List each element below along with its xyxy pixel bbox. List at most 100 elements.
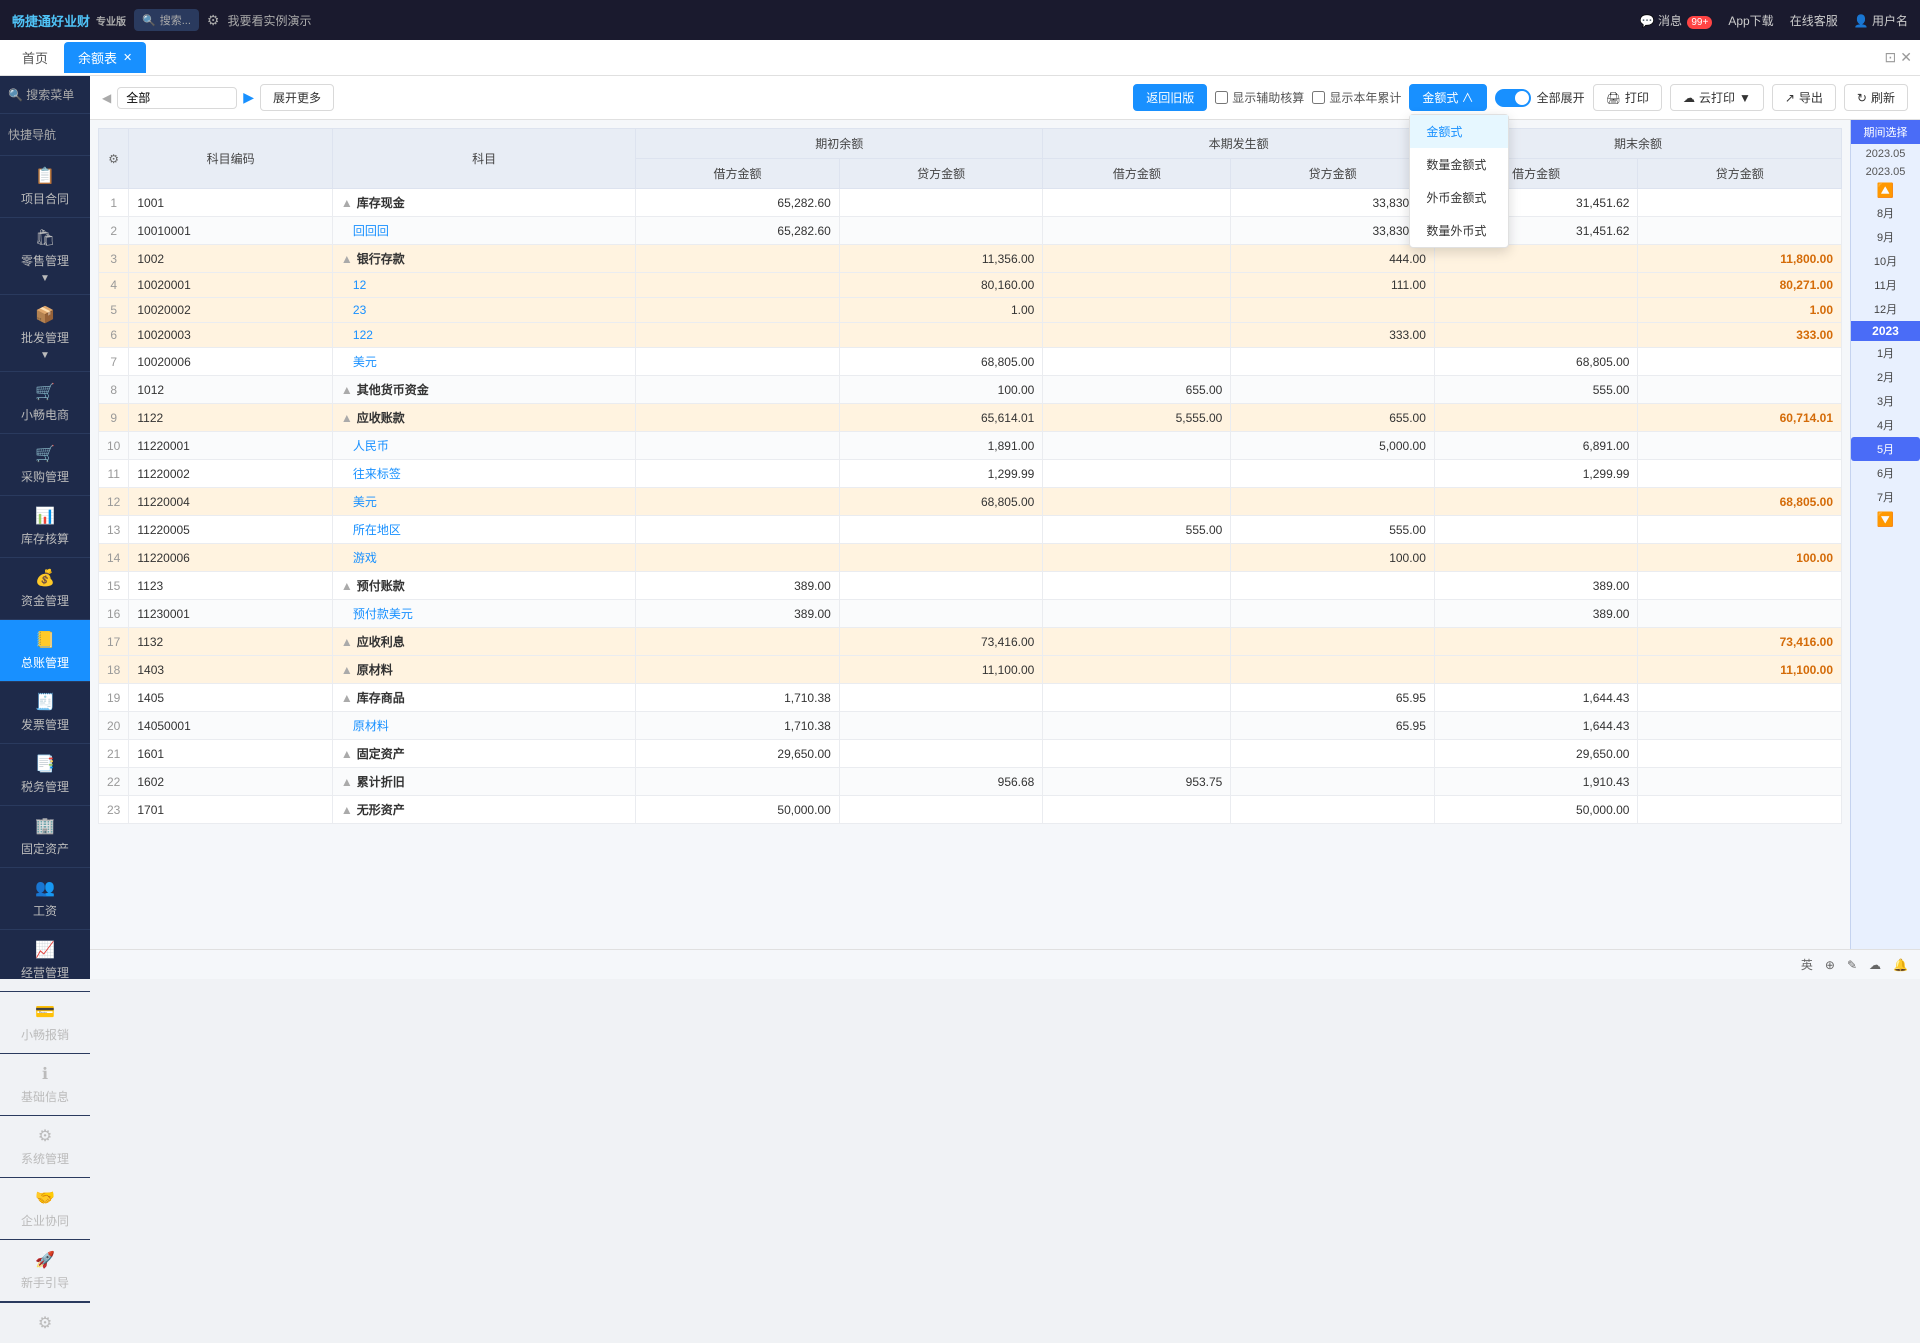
row-closing-credit: 68,805.00 [1638,488,1842,516]
show-auxiliary-check[interactable]: 显示辅助核算 [1215,89,1304,106]
status-edit[interactable]: ✎ [1847,958,1857,972]
sidebar-item-purchase[interactable]: 🛒 采购管理 [0,434,90,496]
sidebar-item-funds[interactable]: 💰 资金管理 [0,558,90,620]
ytd-checkbox[interactable] [1312,91,1325,104]
sidebar-item-ledger[interactable]: 📒 总账管理 [0,620,90,682]
sidebar-item-tax[interactable]: 📑 税务管理 [0,744,90,806]
status-lang[interactable]: 英 [1801,956,1813,973]
period-month-12[interactable]: 12月 [1851,297,1920,321]
sidebar-settings-btn[interactable]: ⚙ [0,1302,90,1343]
period-down-btn[interactable]: 🔽 [1875,509,1896,530]
show-ytd-check[interactable]: 显示本年累计 [1312,89,1401,106]
period-up-btn[interactable]: 🔼 [1875,180,1896,201]
sidebar-item-wholesale[interactable]: 📦 批发管理 ▼ [0,295,90,372]
period-month-4[interactable]: 4月 [1851,413,1920,437]
sidebar-item-fixed-assets[interactable]: 🏢 固定资产 [0,806,90,868]
expand-more-btn[interactable]: 展开更多 [260,84,334,111]
row-name[interactable]: 23 [332,298,635,323]
column-settings-icon[interactable]: ⚙ [108,152,119,166]
tab-balance-close[interactable]: ✕ [123,51,132,64]
sidebar-item-inventory[interactable]: 📊 库存核算 [0,496,90,558]
print-btn[interactable]: 🖨 打印 [1593,84,1662,111]
demo-link[interactable]: 我要看实例演示 [227,12,311,29]
row-period-debit [1043,245,1231,273]
app-download-btn[interactable]: App下载 [1728,12,1773,29]
sidebar-search[interactable]: 🔍 搜索菜单 [0,76,90,114]
tab-balance[interactable]: 余额表 ✕ [64,42,146,73]
refresh-btn[interactable]: ↻ 刷新 [1844,84,1908,111]
settings-icon[interactable]: ⚙ [207,12,220,29]
amount-style-dropdown[interactable]: 金额式 ∧ 金额式 数量金额式 外币金额式 数量外币式 [1409,84,1486,111]
close-window-btn[interactable]: ✕ [1900,49,1912,66]
go-back-old-btn[interactable]: 返回旧版 [1133,84,1207,111]
period-month-5[interactable]: 5月 [1851,437,1920,461]
row-name[interactable]: 所在地区 [332,516,635,544]
row-period-credit: 65.95 [1231,684,1435,712]
status-cloud[interactable]: ☁ [1869,958,1881,972]
period-month-1[interactable]: 1月 [1851,341,1920,365]
filter-arrow[interactable]: ▶ [243,89,254,106]
row-closing-debit: 68,805.00 [1434,348,1638,376]
row-name[interactable]: 原材料 [332,712,635,740]
period-month-10[interactable]: 10月 [1851,249,1920,273]
amount-style-option-1[interactable]: 数量金额式 [1410,148,1508,181]
sidebar-item-basic-info[interactable]: ℹ 基础信息 [0,1054,90,1116]
sidebar-item-payroll[interactable]: 👥 工资 [0,868,90,930]
period-month-6[interactable]: 6月 [1851,461,1920,485]
export-btn[interactable]: ↗ 导出 [1772,84,1836,111]
table-row: 15 1123 ▲预付账款 389.00 389.00 [99,572,1842,600]
row-name[interactable]: 游戏 [332,544,635,572]
row-opening-credit: 11,100.00 [839,656,1043,684]
row-name[interactable]: 美元 [332,348,635,376]
sidebar-item-retail[interactable]: 🛍 零售管理 ▼ [0,218,90,295]
th-settings[interactable]: ⚙ [99,129,129,189]
sidebar-item-system[interactable]: ⚙ 系统管理 [0,1116,90,1178]
row-opening-debit [636,544,840,572]
row-period-debit [1043,740,1231,768]
status-add[interactable]: ⊕ [1825,958,1835,972]
cloud-print-btn[interactable]: ☁ 云打印 ▼ [1670,84,1764,111]
sidebar-item-project[interactable]: 📋 项目合同 [0,156,90,218]
sidebar-item-guide[interactable]: 🚀 新手引导 [0,1240,90,1302]
row-name[interactable]: 预付款美元 [332,600,635,628]
amount-style-btn[interactable]: 金额式 ∧ [1409,84,1486,111]
row-name[interactable]: 往来标签 [332,460,635,488]
period-month-7[interactable]: 7月 [1851,485,1920,509]
row-name[interactable]: 美元 [332,488,635,516]
user-avatar[interactable]: 👤 用户名 [1854,12,1908,29]
restore-btn[interactable]: ⊡ [1885,49,1897,66]
message-btn[interactable]: 💬 消息 99+ [1640,12,1713,29]
title-bar-search[interactable]: 🔍 搜索... [134,9,199,31]
row-period-credit [1231,460,1435,488]
sidebar-quick-nav[interactable]: 快捷导航 [0,114,90,156]
amount-style-option-2[interactable]: 外币金额式 [1410,181,1508,214]
th-opening: 期初余额 [636,129,1043,159]
period-month-9[interactable]: 9月 [1851,225,1920,249]
toggle-switch[interactable] [1495,89,1531,107]
tab-home[interactable]: 首页 [8,42,62,73]
period-month-3[interactable]: 3月 [1851,389,1920,413]
period-month-11[interactable]: 11月 [1851,273,1920,297]
row-opening-credit [839,544,1043,572]
sidebar-item-ecommerce[interactable]: 🛒 小畅电商 [0,372,90,434]
sidebar-item-enterprise[interactable]: 🤝 企业协同 [0,1178,90,1240]
expand-all-toggle[interactable]: 全部展开 [1495,89,1585,107]
amount-style-option-0[interactable]: 金额式 [1410,115,1508,148]
auxiliary-checkbox[interactable] [1215,91,1228,104]
row-name[interactable]: 回回回 [332,217,635,245]
sidebar-item-expense[interactable]: 💳 小畅报销 [0,992,90,1054]
period-month-2[interactable]: 2月 [1851,365,1920,389]
row-opening-debit: 65,282.60 [636,217,840,245]
sidebar-item-operations[interactable]: 📈 经营管理 [0,930,90,992]
filter-input[interactable] [117,87,237,109]
row-name[interactable]: 人民币 [332,432,635,460]
status-notify[interactable]: 🔔 [1893,958,1908,972]
sidebar-item-invoice[interactable]: 🧾 发票管理 [0,682,90,744]
row-opening-credit: 100.00 [839,376,1043,404]
online-service-btn[interactable]: 在线客服 [1790,12,1838,29]
amount-style-option-3[interactable]: 数量外币式 [1410,214,1508,247]
period-year-2023[interactable]: 2023 [1851,321,1920,341]
row-name[interactable]: 12 [332,273,635,298]
row-name[interactable]: 122 [332,323,635,348]
period-month-8[interactable]: 8月 [1851,201,1920,225]
